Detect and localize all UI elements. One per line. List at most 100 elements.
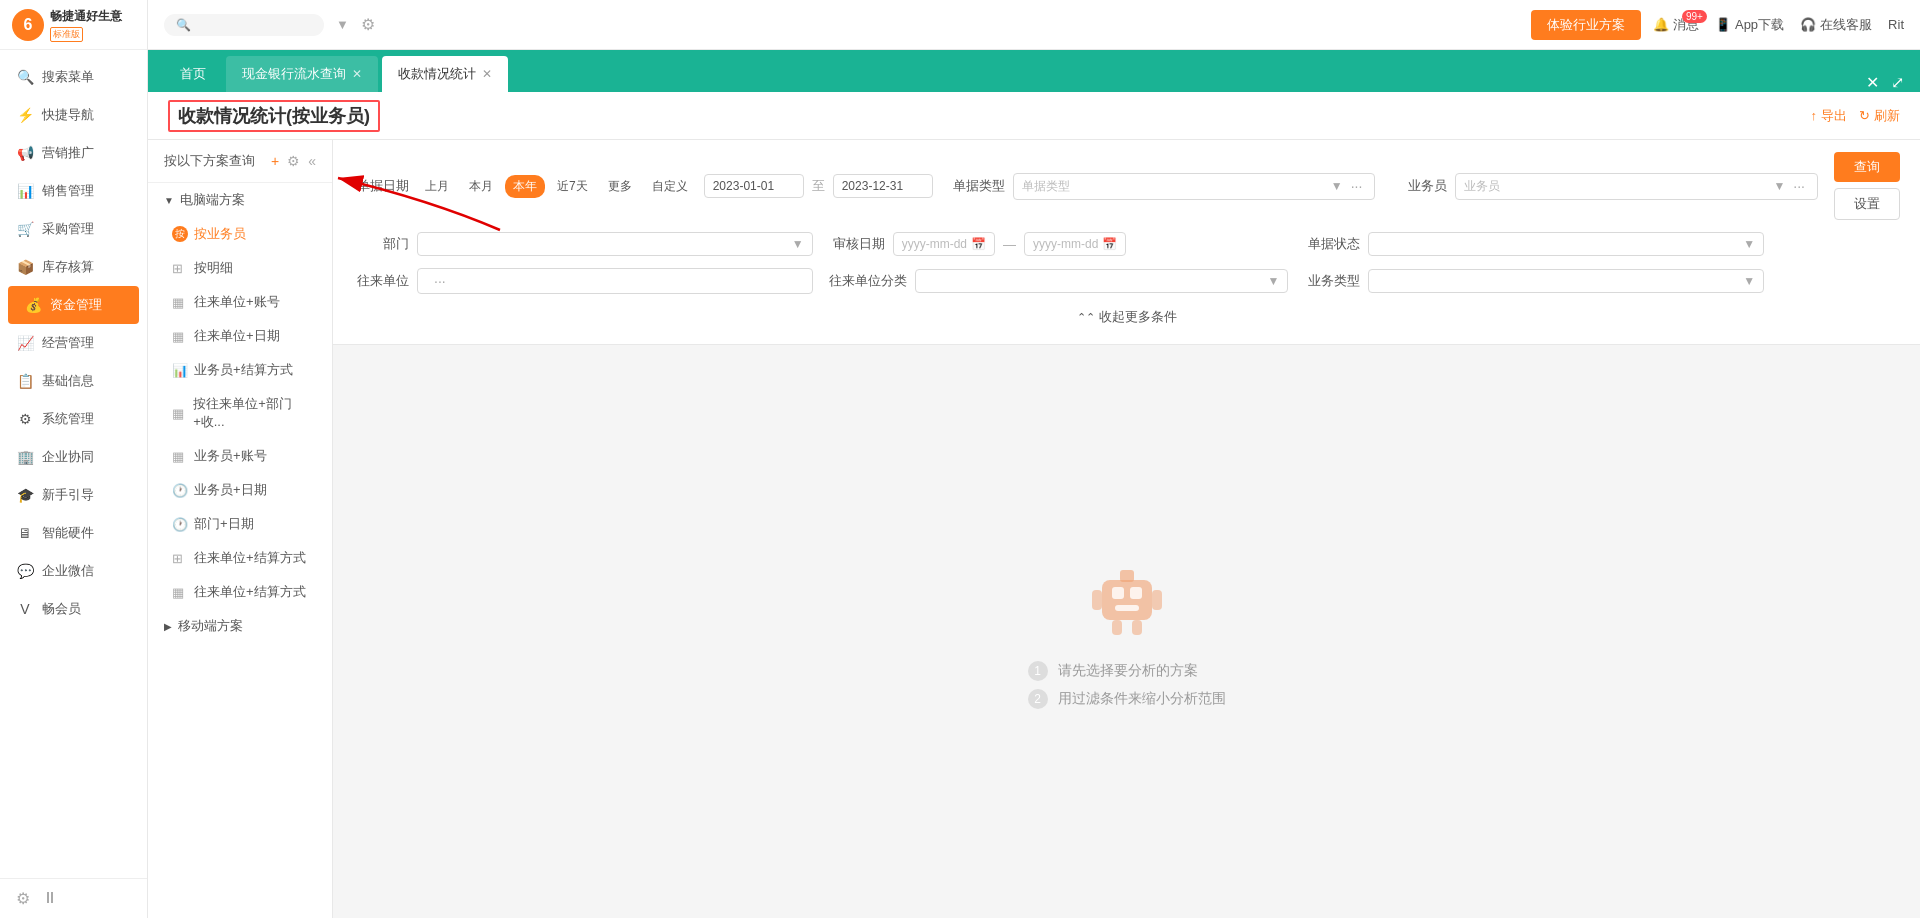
sidebar-item-basic[interactable]: 📋 基础信息 bbox=[0, 362, 147, 400]
date-to-input[interactable]: 2023-12-31 bbox=[833, 174, 933, 198]
sidebar-item-marketing-label: 营销推广 bbox=[42, 144, 94, 162]
tree-item-dept-date[interactable]: 🕐 部门+日期 bbox=[148, 507, 332, 541]
tab-bank-close-icon[interactable]: ✕ bbox=[352, 67, 362, 81]
trial-button[interactable]: 体验行业方案 bbox=[1531, 10, 1641, 40]
biz-type-arrow-icon: ▼ bbox=[1743, 274, 1755, 288]
maximize-window-icon[interactable]: ⤢ bbox=[1891, 73, 1904, 92]
export-button[interactable]: ↑ 导出 bbox=[1811, 107, 1848, 125]
topbar-chevron-icon[interactable]: ▼ bbox=[336, 17, 349, 32]
export-icon: ↑ bbox=[1811, 108, 1818, 123]
date-tab-this-month[interactable]: 本月 bbox=[461, 175, 501, 198]
filter-area: 单据日期 上月 本月 本年 近7天 更多 自定义 2023-01-01 至 bbox=[333, 140, 1920, 345]
sidebar-item-member[interactable]: V 畅会员 bbox=[0, 590, 147, 628]
partner-more-icon[interactable]: ··· bbox=[430, 273, 450, 289]
topbar-gear-icon[interactable]: ⚙ bbox=[361, 15, 375, 34]
tree-item-salesperson-payment[interactable]: 📊 业务员+结算方式 bbox=[148, 353, 332, 387]
sidebar-item-system[interactable]: ⚙ 系统管理 bbox=[0, 400, 147, 438]
sidebar-item-guide[interactable]: 🎓 新手引导 bbox=[0, 476, 147, 514]
query-button[interactable]: 查询 bbox=[1834, 152, 1900, 182]
tree-item-salesperson-icon: 按 bbox=[172, 226, 188, 242]
tree-item-unit-dept-receipt[interactable]: ▦ 按往来单位+部门+收... bbox=[148, 387, 332, 439]
svg-rect-2 bbox=[1130, 587, 1142, 599]
partner-select[interactable]: ··· bbox=[417, 268, 813, 294]
tab-receipt-close-icon[interactable]: ✕ bbox=[482, 67, 492, 81]
panel-header: 按以下方案查询 + ⚙ « bbox=[148, 140, 332, 183]
date-from-input[interactable]: 2023-01-01 bbox=[704, 174, 804, 198]
tab-bank[interactable]: 现金银行流水查询 ✕ bbox=[226, 56, 378, 92]
refresh-label: 刷新 bbox=[1874, 107, 1900, 125]
system-icon: ⚙ bbox=[16, 410, 34, 428]
topbar-search[interactable]: 🔍 bbox=[164, 14, 324, 36]
date-tab-7days[interactable]: 近7天 bbox=[549, 175, 596, 198]
filter-group-salesperson: 业务员 业务员 ▼ ··· bbox=[1391, 173, 1818, 200]
date-tab-this-year[interactable]: 本年 bbox=[505, 175, 545, 198]
tree-section-mobile-label: 移动端方案 bbox=[178, 617, 243, 635]
doc-type-more-icon[interactable]: ··· bbox=[1347, 178, 1367, 194]
svg-rect-1 bbox=[1112, 587, 1124, 599]
tree-item-unit-payment2[interactable]: ▦ 往来单位+结算方式 bbox=[148, 575, 332, 609]
partner-category-select[interactable]: ▼ bbox=[915, 269, 1289, 293]
salesperson-select[interactable]: 业务员 ▼ ··· bbox=[1455, 173, 1818, 200]
collapse-panel-icon[interactable]: « bbox=[308, 153, 316, 169]
sidebar-item-shortcut[interactable]: ⚡ 快捷导航 bbox=[0, 96, 147, 134]
tree-item-salesperson-date[interactable]: 🕐 业务员+日期 bbox=[148, 473, 332, 507]
tree-item-by-salesperson[interactable]: 按 按业务员 bbox=[148, 217, 332, 251]
step-1-num: 1 bbox=[1028, 661, 1048, 681]
doc-status-select[interactable]: ▼ bbox=[1368, 232, 1764, 256]
sidebar-item-shortcut-label: 快捷导航 bbox=[42, 106, 94, 124]
sidebar-item-enterprise[interactable]: 🏢 企业协同 bbox=[0, 438, 147, 476]
tree-item-by-detail[interactable]: ⊞ 按明细 bbox=[148, 251, 332, 285]
svg-rect-7 bbox=[1112, 620, 1122, 635]
tree-item-unit-payment1[interactable]: ⊞ 往来单位+结算方式 bbox=[148, 541, 332, 575]
date-tab-last-month[interactable]: 上月 bbox=[417, 175, 457, 198]
sidebar-item-operation[interactable]: 📈 经营管理 bbox=[0, 324, 147, 362]
dept-select[interactable]: ▼ bbox=[417, 232, 813, 256]
doc-type-select[interactable]: 单据类型 ▼ ··· bbox=[1013, 173, 1376, 200]
sidebar-item-finance[interactable]: 💰 资金管理 bbox=[8, 286, 139, 324]
collapse-bottom-icon[interactable]: ⏸ bbox=[42, 889, 58, 908]
page-header-actions: ↑ 导出 ↻ 刷新 bbox=[1811, 107, 1901, 125]
finance-icon: 💰 bbox=[24, 296, 42, 314]
online-service-btn[interactable]: 🎧 在线客服 bbox=[1800, 16, 1872, 34]
tab-home[interactable]: 首页 bbox=[164, 56, 222, 92]
empty-step-1: 1 请先选择要分析的方案 bbox=[1028, 661, 1226, 681]
settings-bottom-icon[interactable]: ⚙ bbox=[16, 889, 30, 908]
collapse-button[interactable]: ⌃⌃ 收起更多条件 bbox=[353, 302, 1900, 332]
sidebar-item-wechat[interactable]: 💬 企业微信 bbox=[0, 552, 147, 590]
content-area: 按以下方案查询 + ⚙ « ▼ 电脑端方案 按 按业务员 ⊞ bbox=[148, 140, 1920, 918]
biz-type-select[interactable]: ▼ bbox=[1368, 269, 1764, 293]
sidebar-item-marketing[interactable]: 📢 营销推广 bbox=[0, 134, 147, 172]
refresh-button[interactable]: ↻ 刷新 bbox=[1859, 107, 1900, 125]
tree-section-mobile[interactable]: ▶ 移动端方案 bbox=[148, 609, 332, 643]
tree-section-desktop[interactable]: ▼ 电脑端方案 bbox=[148, 183, 332, 217]
tree-item-salesperson-account[interactable]: ▦ 业务员+账号 bbox=[148, 439, 332, 473]
tree-item-detail-icon: ⊞ bbox=[172, 261, 188, 276]
sidebar-item-search[interactable]: 🔍 搜索菜单 bbox=[0, 58, 147, 96]
app-badge: 标准版 bbox=[50, 27, 83, 42]
close-window-icon[interactable]: ✕ bbox=[1866, 73, 1879, 92]
review-date-from-input[interactable]: yyyy-mm-dd 📅 bbox=[893, 232, 995, 256]
user-avatar[interactable]: Rit bbox=[1888, 17, 1904, 32]
sidebar-item-hardware[interactable]: 🖥 智能硬件 bbox=[0, 514, 147, 552]
sidebar-item-inventory[interactable]: 📦 库存核算 bbox=[0, 248, 147, 286]
sidebar-item-finance-label: 资金管理 bbox=[50, 296, 102, 314]
app-download-btn[interactable]: 📱 App下载 bbox=[1715, 16, 1784, 34]
review-date-to-input[interactable]: yyyy-mm-dd 📅 bbox=[1024, 232, 1126, 256]
svg-rect-8 bbox=[1132, 620, 1142, 635]
date-tab-more[interactable]: 更多 bbox=[600, 175, 640, 198]
sidebar-item-purchase[interactable]: 🛒 采购管理 bbox=[0, 210, 147, 248]
bell-icon: 🔔 bbox=[1653, 17, 1669, 32]
tab-receipt[interactable]: 收款情况统计 ✕ bbox=[382, 56, 508, 92]
sidebar-item-sales[interactable]: 📊 销售管理 bbox=[0, 172, 147, 210]
notifications-btn[interactable]: 🔔 消息 99+ bbox=[1653, 16, 1699, 34]
tree-item-unit-account[interactable]: ▦ 往来单位+账号 bbox=[148, 285, 332, 319]
salesperson-more-icon[interactable]: ··· bbox=[1789, 178, 1809, 194]
filter-group-date: 单据日期 上月 本月 本年 近7天 更多 自定义 2023-01-01 至 bbox=[353, 174, 933, 198]
date-tab-custom[interactable]: 自定义 bbox=[644, 175, 696, 198]
setting-scheme-icon[interactable]: ⚙ bbox=[287, 153, 300, 169]
tree-item-unit-date[interactable]: ▦ 往来单位+日期 bbox=[148, 319, 332, 353]
collapse-row: ⌃⌃ 收起更多条件 bbox=[353, 302, 1900, 332]
add-scheme-icon[interactable]: + bbox=[271, 153, 279, 169]
tree-item-detail-label: 按明细 bbox=[194, 259, 233, 277]
setting-button[interactable]: 设置 bbox=[1834, 188, 1900, 220]
